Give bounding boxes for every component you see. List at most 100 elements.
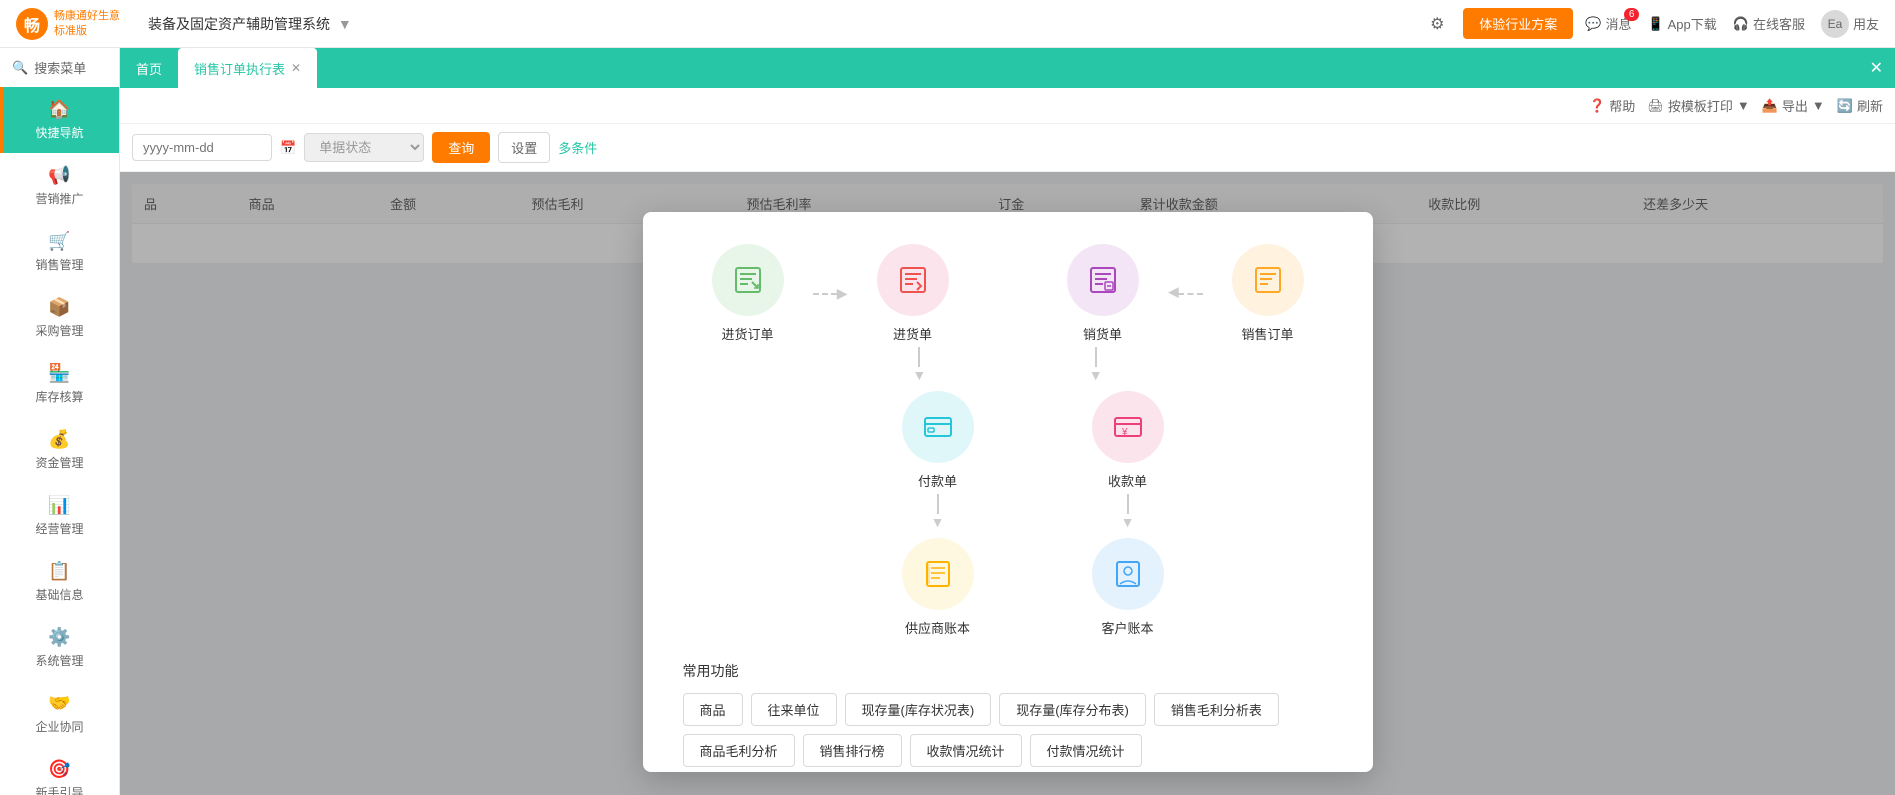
func-btn-payment-stats[interactable]: 付款情况统计: [1030, 734, 1142, 767]
flow-row-1: 进货订单 ▶: [683, 244, 1333, 343]
arrow-purchase-to-bill: ▶: [813, 285, 848, 302]
flow-node-sales-bill[interactable]: 销货单: [1038, 244, 1168, 343]
flow-node-sales-order[interactable]: 销售订单: [1203, 244, 1333, 343]
modal: 进货订单 ▶: [643, 212, 1373, 772]
system-icon: ⚙️: [48, 627, 70, 648]
func-btn-product-gross[interactable]: 商品毛利分析: [683, 734, 795, 767]
logo-area: 畅 畅康通好生意 标准版: [16, 8, 136, 40]
sidebar-item-sales[interactable]: 🛒 销售管理: [0, 219, 119, 285]
customer-ledger-icon: [1092, 538, 1164, 610]
user-action[interactable]: Ea 用友: [1821, 10, 1879, 38]
message-badge: 6: [1624, 8, 1640, 21]
flow-node-receipt[interactable]: ¥ 收款单: [1063, 391, 1193, 490]
flow-node-purchase-bill[interactable]: 进货单: [848, 244, 978, 343]
settings-button[interactable]: ⚙: [1423, 10, 1451, 38]
export-dropdown-icon: ▼: [1812, 98, 1825, 113]
tab-home[interactable]: 首页: [120, 48, 178, 88]
close-all-tabs-icon[interactable]: ✕: [1870, 58, 1883, 78]
common-functions-title: 常用功能: [683, 661, 1333, 681]
online-service-action[interactable]: 🎧 在线客服: [1733, 14, 1805, 33]
main-area: 🔍 搜索菜单 🏠 快捷导航 📢 营销推广 🛒 销售管理 📦 采购管理 🏪: [0, 48, 1895, 795]
sidebar-item-enterprise[interactable]: 🤝 企业协同: [0, 681, 119, 747]
export-icon: 📤: [1762, 98, 1778, 114]
func-btn-receipt-stats[interactable]: 收款情况统计: [910, 734, 1022, 767]
purchase-bill-icon: [877, 244, 949, 316]
sidebar-item-inventory[interactable]: 🏪 库存核算: [0, 351, 119, 417]
dropdown-arrow[interactable]: ▼: [338, 16, 352, 32]
flow-node-customer-ledger[interactable]: 客户账本: [1063, 538, 1193, 637]
message-icon: 💬: [1585, 16, 1601, 32]
calendar-icon[interactable]: 📅: [280, 140, 296, 156]
top-right-actions: 💬 消息 6 📱 App下载 🎧 在线客服 Ea 用友: [1585, 10, 1879, 38]
query-button[interactable]: 查询: [432, 132, 490, 163]
flow-node-supplier-ledger[interactable]: 供应商账本: [873, 538, 1003, 637]
tab-close-icon[interactable]: ✕: [291, 61, 301, 75]
experience-btn[interactable]: 体验行业方案: [1463, 8, 1573, 39]
func-btn-sales-rank[interactable]: 销售排行榜: [803, 734, 902, 767]
search-menu-item[interactable]: 🔍 搜索菜单: [0, 48, 119, 87]
sidebar-item-newbie[interactable]: 🎯 新手引导: [0, 747, 119, 795]
purchase-icon: 📦: [48, 297, 70, 318]
marketing-icon: 📢: [48, 165, 70, 186]
sidebar-item-quick-nav[interactable]: 🏠 快捷导航: [0, 87, 119, 153]
receipt-icon: ¥: [1092, 391, 1164, 463]
sales-order-icon: [1232, 244, 1304, 316]
flow-node-purchase-order[interactable]: 进货订单: [683, 244, 813, 343]
finance-icon: 💰: [48, 429, 70, 450]
sidebar-item-purchase[interactable]: 📦 采购管理: [0, 285, 119, 351]
sidebar: 🔍 搜索菜单 🏠 快捷导航 📢 营销推广 🛒 销售管理 📦 采购管理 🏪: [0, 48, 120, 795]
flow-diagram: 进货订单 ▶: [683, 244, 1333, 637]
arrow-order-to-bill: ▶: [1168, 285, 1203, 302]
sidebar-item-system[interactable]: ⚙️ 系统管理: [0, 615, 119, 681]
sidebar-item-finance[interactable]: 💰 资金管理: [0, 417, 119, 483]
func-btn-parties[interactable]: 往来单位: [751, 693, 837, 726]
basic-info-icon: 📋: [48, 561, 70, 582]
supplier-ledger-icon: [902, 538, 974, 610]
func-btn-product[interactable]: 商品: [683, 693, 743, 726]
help-btn[interactable]: ❓ 帮助: [1589, 96, 1635, 115]
flow-row-arrows-2: ▼ ▼: [683, 498, 1333, 530]
func-btn-stock-dist[interactable]: 现存量(库存分布表): [999, 693, 1146, 726]
operations-icon: 📊: [48, 495, 70, 516]
function-buttons: 商品 往来单位 现存量(库存状况表) 现存量(库存分布表) 销售毛利分析表 商品…: [683, 693, 1333, 767]
message-action[interactable]: 💬 消息 6: [1585, 14, 1631, 33]
func-btn-sales-gross[interactable]: 销售毛利分析表: [1154, 693, 1279, 726]
page-toolbar: ❓ 帮助 🖨 按模板打印 ▼ 📤 导出 ▼ 🔄 刷新: [120, 88, 1895, 124]
user-name: 用友: [1853, 14, 1879, 33]
print-dropdown-icon: ▼: [1737, 98, 1750, 113]
app-container: 畅 畅康通好生意 标准版 装备及固定资产辅助管理系统 ▼ ⚙ 体验行业方案 💬 …: [0, 0, 1895, 795]
sidebar-item-operations[interactable]: 📊 经营管理: [0, 483, 119, 549]
sales-bill-icon: [1067, 244, 1139, 316]
tab-bar: 首页 销售订单执行表 ✕ ✕: [120, 48, 1895, 88]
status-select[interactable]: 单据状态: [304, 133, 424, 162]
export-btn[interactable]: 📤 导出 ▼: [1762, 96, 1825, 115]
refresh-btn[interactable]: 🔄 刷新: [1837, 96, 1883, 115]
modal-content: 进货订单 ▶: [643, 212, 1373, 772]
help-icon: ❓: [1589, 98, 1605, 114]
page-content: 品 商品 金额 预估毛利 预估毛利率 订金 累计收款金额 收款比例 还差多少天: [120, 172, 1895, 795]
top-bar: 畅 畅康通好生意 标准版 装备及固定资产辅助管理系统 ▼ ⚙ 体验行业方案 💬 …: [0, 0, 1895, 48]
setting-button[interactable]: 设置: [498, 132, 550, 163]
modal-overlay: 进货订单 ▶: [120, 172, 1895, 795]
tab-sales-order-exec[interactable]: 销售订单执行表 ✕: [178, 48, 317, 88]
more-conditions-link[interactable]: 多条件: [558, 138, 597, 157]
flow-row-3: 供应商账本: [683, 538, 1333, 637]
app-download-action[interactable]: 📱 App下载: [1647, 14, 1716, 33]
sidebar-item-marketing[interactable]: 📢 营销推广: [0, 153, 119, 219]
func-btn-stock-status[interactable]: 现存量(库存状况表): [845, 693, 992, 726]
print-icon: 🖨: [1647, 98, 1664, 114]
purchase-order-icon: [712, 244, 784, 316]
filter-bar: 📅 单据状态 查询 设置 多条件: [120, 124, 1895, 172]
logo-icon: 畅: [16, 8, 48, 40]
arrow-down-purchase: ▼: [859, 347, 980, 383]
newbie-icon: 🎯: [48, 759, 70, 780]
flow-row-arrows: ▼ ▼: [683, 351, 1333, 383]
payment-icon: [902, 391, 974, 463]
date-from-input[interactable]: [132, 134, 272, 161]
inventory-icon: 🏪: [48, 363, 70, 384]
flow-node-payment[interactable]: 付款单: [873, 391, 1003, 490]
logo-text: 畅康通好生意 标准版: [54, 9, 120, 38]
arrow-down-sales: ▼: [1035, 347, 1156, 383]
sidebar-item-basic-info[interactable]: 📋 基础信息: [0, 549, 119, 615]
print-btn[interactable]: 🖨 按模板打印 ▼: [1647, 96, 1749, 115]
